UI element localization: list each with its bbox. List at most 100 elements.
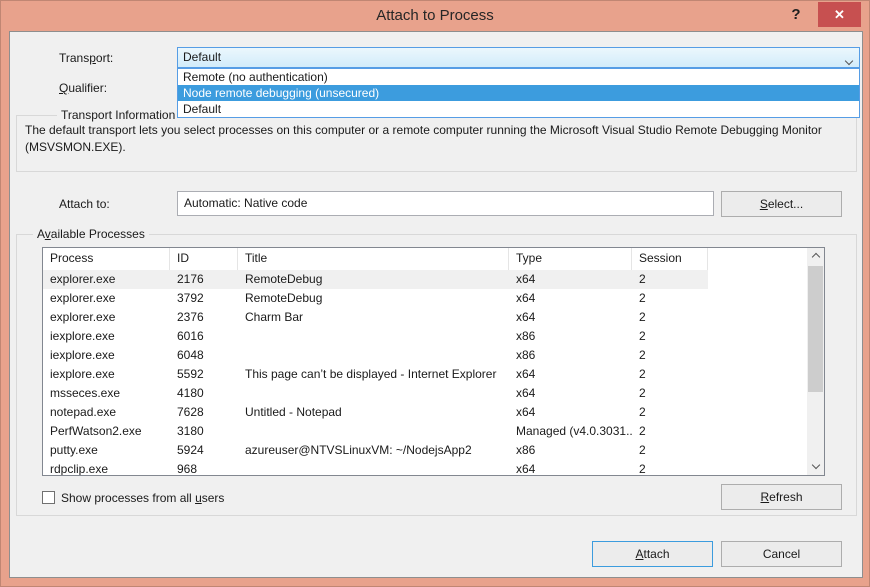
table-cell: x64 — [509, 289, 632, 308]
table-cell — [238, 422, 509, 441]
table-row[interactable]: rdpclip.exe968 x642 — [43, 460, 824, 476]
table-cell: 2376 — [170, 308, 238, 327]
table-cell: explorer.exe — [43, 289, 170, 308]
table-cell: 2 — [632, 403, 708, 422]
table-cell: x64 — [509, 270, 632, 289]
table-cell: 2176 — [170, 270, 238, 289]
table-cell: azureuser@NTVSLinuxVM: ~/NodejsApp2 — [238, 441, 509, 460]
table-row[interactable]: iexplore.exe5592This page can’t be displ… — [43, 365, 824, 384]
transport-information-text: The default transport lets you select pr… — [25, 122, 843, 156]
attach-to-process-dialog: Attach to Process ? ✕ Transport: Default… — [0, 0, 870, 587]
transport-combobox-value: Default — [183, 50, 221, 64]
table-cell: x64 — [509, 403, 632, 422]
table-cell: 6048 — [170, 346, 238, 365]
dropdown-option[interactable]: Node remote debugging (unsecured) — [178, 85, 859, 101]
table-cell: 2 — [632, 384, 708, 403]
table-cell: x64 — [509, 384, 632, 403]
table-cell — [238, 327, 509, 346]
process-list[interactable]: ProcessIDTitleTypeSession explorer.exe21… — [42, 247, 825, 476]
close-icon[interactable]: ✕ — [818, 2, 861, 27]
dialog-title: Attach to Process — [1, 1, 869, 31]
table-row[interactable]: PerfWatson2.exe3180 Managed (v4.0.3031...… — [43, 422, 824, 441]
table-cell: explorer.exe — [43, 308, 170, 327]
table-cell: Untitled - Notepad — [238, 403, 509, 422]
chevron-down-icon — [845, 57, 853, 65]
table-cell: PerfWatson2.exe — [43, 422, 170, 441]
column-header[interactable]: Session — [632, 248, 708, 270]
table-cell: 2 — [632, 460, 708, 476]
table-cell: RemoteDebug — [238, 270, 509, 289]
attach-to-label: Attach to: — [59, 197, 110, 211]
table-cell: RemoteDebug — [238, 289, 509, 308]
table-cell: x86 — [509, 441, 632, 460]
process-table-body: explorer.exe2176RemoteDebugx642explorer.… — [43, 270, 824, 476]
table-cell: 3180 — [170, 422, 238, 441]
vertical-scrollbar[interactable] — [807, 248, 824, 475]
scroll-down-icon[interactable] — [807, 458, 824, 475]
transport-label: Transport: — [59, 51, 113, 65]
dropdown-option[interactable]: Default — [178, 101, 859, 117]
transport-information-group: Transport Information The default transp… — [16, 115, 857, 172]
column-header[interactable]: ID — [170, 248, 238, 270]
attach-button[interactable]: Attach — [592, 541, 713, 567]
table-cell: notepad.exe — [43, 403, 170, 422]
table-cell: 7628 — [170, 403, 238, 422]
table-cell — [238, 346, 509, 365]
transport-combobox[interactable]: Default — [177, 47, 860, 68]
table-cell: 2 — [632, 346, 708, 365]
table-row[interactable]: explorer.exe2376Charm Barx642 — [43, 308, 824, 327]
table-row[interactable]: explorer.exe2176RemoteDebugx642 — [43, 270, 824, 289]
table-cell: x64 — [509, 460, 632, 476]
table-cell: 2 — [632, 327, 708, 346]
transport-information-label: Transport Information — [57, 108, 179, 122]
table-cell: x64 — [509, 308, 632, 327]
table-cell: msseces.exe — [43, 384, 170, 403]
table-cell: x64 — [509, 365, 632, 384]
table-cell: x86 — [509, 327, 632, 346]
table-row[interactable]: putty.exe5924azureuser@NTVSLinuxVM: ~/No… — [43, 441, 824, 460]
dropdown-option[interactable]: Remote (no authentication) — [178, 69, 859, 85]
show-all-users-label[interactable]: Show processes from all users — [61, 491, 224, 505]
table-cell: putty.exe — [43, 441, 170, 460]
table-cell: 2 — [632, 270, 708, 289]
table-row[interactable]: explorer.exe3792RemoteDebugx642 — [43, 289, 824, 308]
table-cell — [238, 384, 509, 403]
qualifier-label: Qualifier: — [59, 81, 107, 95]
transport-dropdown[interactable]: Remote (no authentication)Node remote de… — [177, 68, 860, 118]
table-cell: 968 — [170, 460, 238, 476]
table-row[interactable]: iexplore.exe6016 x862 — [43, 327, 824, 346]
table-cell: 2 — [632, 422, 708, 441]
column-header[interactable]: Type — [509, 248, 632, 270]
help-icon[interactable]: ? — [785, 1, 807, 29]
table-cell: rdpclip.exe — [43, 460, 170, 476]
cancel-button[interactable]: Cancel — [721, 541, 842, 567]
table-cell: 2 — [632, 365, 708, 384]
table-cell: explorer.exe — [43, 270, 170, 289]
table-row[interactable]: notepad.exe7628Untitled - Notepadx642 — [43, 403, 824, 422]
table-cell: 6016 — [170, 327, 238, 346]
table-cell: 2 — [632, 289, 708, 308]
refresh-button[interactable]: Refresh — [721, 484, 842, 510]
column-header[interactable]: Title — [238, 248, 509, 270]
process-table-header: ProcessIDTitleTypeSession — [43, 248, 824, 270]
table-cell: 5592 — [170, 365, 238, 384]
table-cell: 3792 — [170, 289, 238, 308]
show-all-users-checkbox[interactable] — [42, 491, 55, 504]
table-cell — [238, 460, 509, 476]
table-cell: x86 — [509, 346, 632, 365]
table-cell: Managed (v4.0.3031... — [509, 422, 632, 441]
scroll-up-icon[interactable] — [807, 248, 824, 265]
scrollbar-thumb[interactable] — [808, 266, 823, 392]
attach-to-field[interactable]: Automatic: Native code — [177, 191, 714, 216]
table-cell: 5924 — [170, 441, 238, 460]
table-cell: 4180 — [170, 384, 238, 403]
title-bar[interactable]: Attach to Process ? ✕ — [1, 1, 869, 31]
table-cell: iexplore.exe — [43, 327, 170, 346]
select-button[interactable]: Select... — [721, 191, 842, 217]
table-cell: iexplore.exe — [43, 346, 170, 365]
table-cell: iexplore.exe — [43, 365, 170, 384]
table-row[interactable]: iexplore.exe6048 x862 — [43, 346, 824, 365]
table-cell: 2 — [632, 441, 708, 460]
table-row[interactable]: msseces.exe4180 x642 — [43, 384, 824, 403]
column-header[interactable]: Process — [43, 248, 170, 270]
